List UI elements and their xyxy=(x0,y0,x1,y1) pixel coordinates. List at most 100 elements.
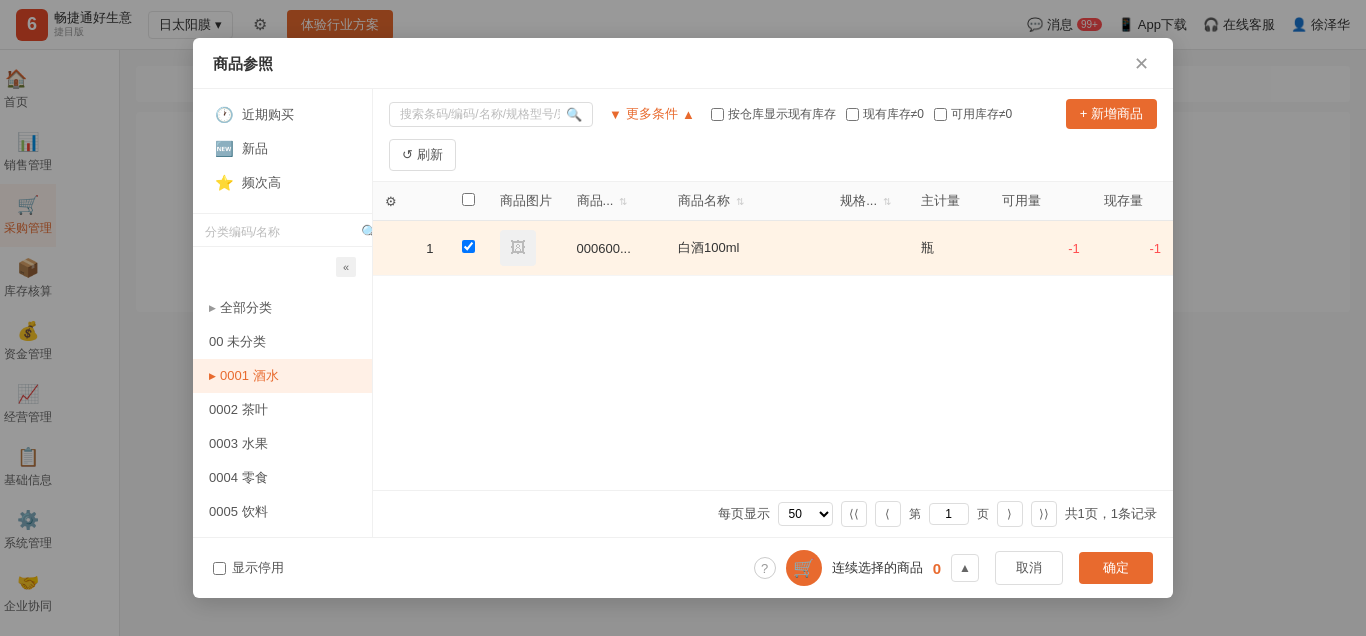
product-table-wrap: ⚙ 商品图片 商品... xyxy=(373,182,1173,490)
settings-icon[interactable]: ⚙ xyxy=(385,194,397,209)
select-all-checkbox[interactable] xyxy=(462,193,475,206)
modal-footer: 显示停用 ? 🛒 连续选择的商品 0 ▲ 取消 确定 xyxy=(193,537,1173,598)
col-img-header: 商品图片 xyxy=(488,182,565,221)
cat-label-drink: 0005 饮料 xyxy=(209,503,268,521)
col-unit-label: 主计量 xyxy=(921,193,960,208)
page-last-btn[interactable]: ⟩⟩ xyxy=(1031,501,1057,527)
checkbox-warehouse-label[interactable]: 按仓库显示现有库存 xyxy=(711,106,836,123)
cat-label-snack: 0004 零食 xyxy=(209,469,268,487)
collapse-up-btn[interactable]: ▲ xyxy=(951,554,979,582)
checkbox-avail-ne0-label[interactable]: 可用库存≠0 xyxy=(934,106,1012,123)
cat-search-input[interactable] xyxy=(205,225,355,239)
modal-header: 商品参照 ✕ xyxy=(193,38,1173,89)
col-avail-label: 可用量 xyxy=(1002,193,1041,208)
col-spec-label: 规格... xyxy=(840,193,877,208)
cat-quick-new[interactable]: 🆕 新品 xyxy=(205,133,360,165)
product-toolbar: 🔍 ▼ 更多条件 ▲ 按仓库显示现有库存 现有库存≠0 xyxy=(373,89,1173,182)
product-image: 🖼 xyxy=(500,230,536,266)
checkbox-stock-ne0-text: 现有库存≠0 xyxy=(863,106,924,123)
cat-quick-new-label: 新品 xyxy=(242,140,268,158)
pagination-bar: 每页显示 50 10 20 100 ⟨⟨ ⟨ 第 页 ⟩ ⟩⟩ 共1页，1条记录 xyxy=(373,490,1173,537)
cat-item-all[interactable]: ▶ 全部分类 xyxy=(193,291,372,325)
cat-item-snack[interactable]: 0004 零食 xyxy=(193,461,372,495)
refresh-btn[interactable]: ↺ 刷新 xyxy=(389,139,456,171)
checkbox-warehouse[interactable] xyxy=(711,108,724,121)
show-disabled-label[interactable]: 显示停用 xyxy=(213,559,284,577)
col-avail-header: 可用量 xyxy=(990,182,1091,221)
row-code: 000600... xyxy=(577,241,631,256)
collapse-sidebar-btn[interactable]: « xyxy=(336,257,356,277)
page-prev-btn[interactable]: ⟨ xyxy=(875,501,901,527)
page-label: 第 xyxy=(909,506,921,523)
col-setting: ⚙ xyxy=(373,182,410,221)
page-size-select[interactable]: 50 10 20 100 xyxy=(778,502,833,526)
col-unit-header: 主计量 xyxy=(909,182,990,221)
col-num-header xyxy=(410,182,451,221)
show-disabled-checkbox[interactable] xyxy=(213,562,226,575)
confirm-btn[interactable]: 确定 xyxy=(1079,552,1153,584)
search-icon[interactable]: 🔍 xyxy=(566,107,582,122)
cat-item-water[interactable]: 0008 水 xyxy=(193,529,372,537)
page-unit: 页 xyxy=(977,506,989,523)
row-num: 1 xyxy=(426,241,433,256)
table-header-row: ⚙ 商品图片 商品... xyxy=(373,182,1173,221)
page-first-btn[interactable]: ⟨⟨ xyxy=(841,501,867,527)
checkbox-avail-ne0[interactable] xyxy=(934,108,947,121)
cat-item-liquor[interactable]: ▶ 0001 酒水 xyxy=(193,359,372,393)
category-panel: 🕐 近期购买 🆕 新品 ⭐ 频次高 🔍 xyxy=(193,89,373,537)
row-spec-cell xyxy=(828,221,909,276)
row-setting-cell xyxy=(373,221,410,276)
row-img-cell: 🖼 xyxy=(488,221,565,276)
page-input[interactable] xyxy=(929,503,969,525)
recent-icon: 🕐 xyxy=(215,106,234,124)
cart-count: 0 xyxy=(933,560,941,577)
checkbox-avail-ne0-text: 可用库存≠0 xyxy=(951,106,1012,123)
filter-label: 更多条件 xyxy=(626,105,678,123)
col-code-label: 商品... xyxy=(577,193,614,208)
checkbox-stock-ne0[interactable] xyxy=(846,108,859,121)
page-next-btn[interactable]: ⟩ xyxy=(997,501,1023,527)
filter-more-btn[interactable]: ▼ 更多条件 ▲ xyxy=(603,101,701,127)
help-icon[interactable]: ? xyxy=(754,557,776,579)
col-stock-label: 现存量 xyxy=(1104,193,1143,208)
modal-body: 🕐 近期购买 🆕 新品 ⭐ 频次高 🔍 xyxy=(193,89,1173,537)
cat-search-icon[interactable]: 🔍 xyxy=(361,224,373,240)
row-check-cell[interactable] xyxy=(450,221,488,276)
row-avail: -1 xyxy=(1068,241,1080,256)
row-checkbox[interactable] xyxy=(462,240,475,253)
cancel-btn[interactable]: 取消 xyxy=(995,551,1063,585)
cat-label-all: 全部分类 xyxy=(220,299,272,317)
filter-icon: ▼ xyxy=(609,107,622,122)
cat-arrow-all: ▶ xyxy=(209,303,216,313)
cat-item-tea[interactable]: 0002 茶叶 xyxy=(193,393,372,427)
col-spec-header[interactable]: 规格... ⇅ xyxy=(828,182,909,221)
cat-quick-freq[interactable]: ⭐ 频次高 xyxy=(205,167,360,199)
cat-label-liquor: 0001 酒水 xyxy=(220,367,279,385)
page-total: 共1页，1条记录 xyxy=(1065,505,1157,523)
col-name-header[interactable]: 商品名称 ⇅ xyxy=(666,182,828,221)
checkbox-warehouse-text: 按仓库显示现有库存 xyxy=(728,106,836,123)
row-code-cell: 000600... xyxy=(565,221,666,276)
page-size-label: 每页显示 xyxy=(718,505,770,523)
col-check-header xyxy=(450,182,488,221)
table-row[interactable]: 1 🖼 000600... xyxy=(373,221,1173,276)
cat-item-fruit[interactable]: 0003 水果 xyxy=(193,427,372,461)
col-img-label: 商品图片 xyxy=(500,193,552,208)
product-table: ⚙ 商品图片 商品... xyxy=(373,182,1173,276)
col-code-header[interactable]: 商品... ⇅ xyxy=(565,182,666,221)
show-disabled-text: 显示停用 xyxy=(232,559,284,577)
product-search-input[interactable] xyxy=(400,107,560,121)
product-search-box: 🔍 xyxy=(389,102,593,127)
row-avail-cell: -1 xyxy=(990,221,1091,276)
sort-spec-icon: ⇅ xyxy=(883,196,891,207)
modal-close-button[interactable]: ✕ xyxy=(1129,52,1153,76)
row-num-cell: 1 xyxy=(410,221,451,276)
cat-item-uncat[interactable]: 00 未分类 xyxy=(193,325,372,359)
add-product-btn[interactable]: + 新增商品 xyxy=(1066,99,1157,129)
modal-overlay: 商品参照 ✕ 🕐 近期购买 🆕 新品 ⭐ 频次高 xyxy=(0,0,1366,636)
checkbox-stock-ne0-label[interactable]: 现有库存≠0 xyxy=(846,106,924,123)
cat-quick-recent[interactable]: 🕐 近期购买 xyxy=(205,99,360,131)
cat-item-drink[interactable]: 0005 饮料 xyxy=(193,495,372,529)
cart-icon[interactable]: 🛒 xyxy=(786,550,822,586)
row-stock-cell: -1 xyxy=(1092,221,1173,276)
